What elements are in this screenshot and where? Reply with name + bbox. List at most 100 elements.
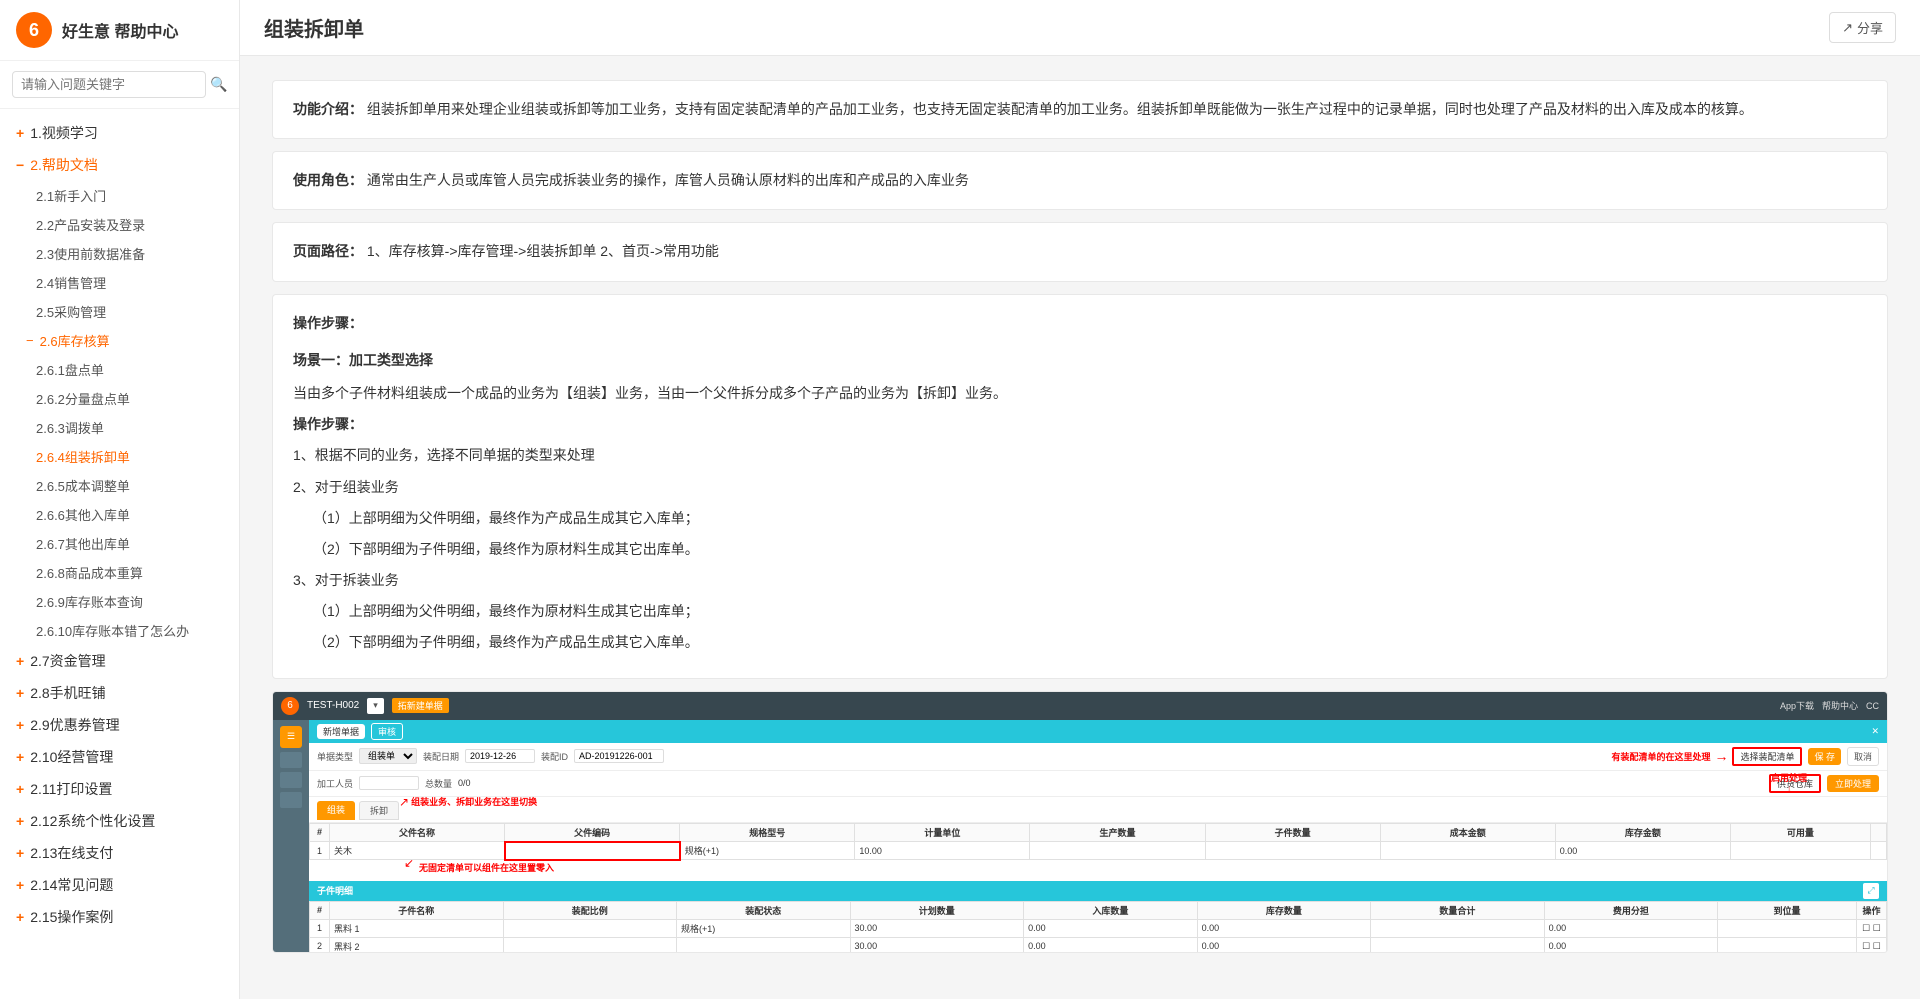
sidebar-item-sales[interactable]: 2.4销售管理 xyxy=(0,268,239,297)
sidebar-item-print[interactable]: + 2.11打印设置 xyxy=(0,773,239,805)
mock-qty-value: 0/0 xyxy=(458,778,471,788)
steps-subtitle: 操作步骤： xyxy=(293,412,1867,437)
feature-intro-body: 组装拆卸单用来处理企业组装或拆卸等加工业务，支持有固定装配清单的产品加工业务，也… xyxy=(367,101,1753,117)
sidebar-item-cases[interactable]: + 2.15操作案例 xyxy=(0,901,239,933)
op-steps-title: 操作步骤： xyxy=(293,311,1867,336)
sidebar-item-262[interactable]: 2.6.2分量盘点单 xyxy=(0,384,239,413)
op-steps-card: 操作步骤： 场景一：加工类型选择 当由多个子件材料组装成一个成品的业务为【组装】… xyxy=(272,294,1888,679)
scenario1-desc: 当由多个子件材料组装成一个成品的业务为【组装】业务，当由一个父件拆分成多个子产品… xyxy=(293,381,1867,406)
sidebar-header: 6 好生意 帮助中心 xyxy=(0,0,239,61)
step3-text: 3、对于拆装业务 xyxy=(293,568,1867,593)
sidebar-item-customize[interactable]: + 2.12系统个性化设置 xyxy=(0,805,239,837)
sidebar-item-268[interactable]: 2.6.8商品成本重算 xyxy=(0,558,239,587)
sidebar-item-264[interactable]: 2.6.4组装拆卸单 xyxy=(0,442,239,471)
sidebar-item-269[interactable]: 2.6.9库存账本查询 xyxy=(0,587,239,616)
sidebar-item-2610[interactable]: 2.6.10库存账本错了怎么办 xyxy=(0,616,239,645)
sidebar-item-beginner[interactable]: 2.1新手入门 xyxy=(0,181,239,210)
path-intro-text: 页面路径： 1、库存核算->库存管理->组装拆卸单 2、首页->常用功能 xyxy=(293,239,1867,264)
step2-2-text: （2）下部明细为子件明细，最终作为原材料生成其它出库单。 xyxy=(293,537,1867,562)
plus-icon: + xyxy=(16,125,24,141)
mock-apply-btn[interactable]: 立即处理 xyxy=(1827,775,1879,792)
sidebar-item-finance[interactable]: + 2.7资金管理 xyxy=(0,645,239,677)
sidebar-item-docs[interactable]: − 2.帮助文档 xyxy=(0,149,239,181)
sidebar-item-faq-label: 2.14常见问题 xyxy=(30,875,113,895)
content-area: 功能介绍： 组装拆卸单用来处理企业组装或拆卸等加工业务，支持有固定装配清单的产品… xyxy=(240,56,1920,999)
sidebar: 6 好生意 帮助中心 🔍 + 1.视频学习 − 2.帮助文档 2.1新手入门 2… xyxy=(0,0,240,999)
annotation1-text: 有装配清单的在这里处理 xyxy=(1611,750,1710,763)
mock-tab-new[interactable]: 新增单据 xyxy=(317,724,365,739)
annotation4-text: 无固定清单可以组件在这里置零入 xyxy=(419,861,554,874)
path-intro-label: 页面路径： xyxy=(293,243,363,259)
mock-assembly-tab[interactable]: 组装 xyxy=(317,801,355,820)
mock-tab-audit[interactable]: 审核 xyxy=(371,723,403,740)
mock-disassemble-tab[interactable]: 拆卸 xyxy=(359,801,399,820)
step2-text: 2、对于组装业务 xyxy=(293,475,1867,500)
role-intro-label: 使用角色： xyxy=(293,172,363,188)
mock-app-header-id: TEST-H002 xyxy=(307,700,359,711)
sidebar-item-purchase[interactable]: 2.5采购管理 xyxy=(0,297,239,326)
sidebar-item-payment[interactable]: + 2.13在线支付 xyxy=(0,837,239,869)
mock-doctype-select[interactable]: 组装单 拆卸单 xyxy=(359,748,417,764)
sidebar-item-mgmt[interactable]: + 2.10经营管理 xyxy=(0,741,239,773)
plus-icon-211: + xyxy=(16,781,24,797)
step3-1-text: （1）上部明细为父件明细，最终作为原材料生成其它出库单； xyxy=(293,599,1867,624)
sidebar-item-261[interactable]: 2.6.1盘点单 xyxy=(0,355,239,384)
sidebar-item-faq[interactable]: + 2.14常见问题 xyxy=(0,869,239,901)
nav-tree: + 1.视频学习 − 2.帮助文档 2.1新手入门 2.2产品安装及登录 2.3… xyxy=(0,109,239,999)
step3-2-text: （2）下部明细为子件明细，最终作为产成品生成其它入库单。 xyxy=(293,630,1867,655)
minus-icon-26: − xyxy=(26,333,34,348)
feature-intro-text: 功能介绍： 组装拆卸单用来处理企业组装或拆卸等加工业务，支持有固定装配清单的产品… xyxy=(293,97,1867,122)
mock-save-btn[interactable]: 保 存 xyxy=(1808,748,1841,765)
mock-worker-input[interactable] xyxy=(359,776,419,790)
mock-th-prod-qty: 生产数量 xyxy=(1030,823,1205,842)
plus-icon-213: + xyxy=(16,845,24,861)
sidebar-item-266[interactable]: 2.6.6其他入库单 xyxy=(0,500,239,529)
mock-parent-table: # 父件名称 父件编码 规格型号 计量单位 生产数量 子件数量 成本金额 库存金 xyxy=(309,823,1887,861)
page-title: 组装拆卸单 xyxy=(264,13,364,42)
mock-new-doc-btn[interactable]: 拓新建单据 xyxy=(392,698,449,713)
mock-docid-input[interactable] xyxy=(574,749,664,763)
mock-th-unit: 计量单位 xyxy=(855,823,1030,842)
sidebar-item-data-prep[interactable]: 2.3使用前数据准备 xyxy=(0,239,239,268)
topbar: 组装拆卸单 ↗ 分享 xyxy=(240,0,1920,56)
sidebar-item-install[interactable]: 2.2产品安装及登录 xyxy=(0,210,239,239)
sidebar-item-inventory[interactable]: − 2.6库存核算 xyxy=(0,326,239,355)
sidebar-item-payment-label: 2.13在线支付 xyxy=(30,843,113,863)
step1-text: 1、根据不同的业务，选择不同单据的类型来处理 xyxy=(293,443,1867,468)
mock-th-parent-code: 父件编码 xyxy=(505,823,680,842)
share-icon: ↗ xyxy=(1842,20,1853,36)
sidebar-item-263[interactable]: 2.6.3调拨单 xyxy=(0,413,239,442)
mock-bom-select[interactable]: 选择装配清单 xyxy=(1732,747,1802,766)
path-intro-card: 页面路径： 1、库存核算->库存管理->组装拆卸单 2、首页->常用功能 xyxy=(272,222,1888,281)
mock-date-input[interactable] xyxy=(465,749,535,763)
search-input[interactable] xyxy=(12,71,206,98)
share-label: 分享 xyxy=(1857,18,1883,37)
mock-date-label: 装配日期 xyxy=(423,750,459,763)
sidebar-item-cases-label: 2.15操作案例 xyxy=(30,907,113,927)
mock-worker-label: 加工人员 xyxy=(317,777,353,790)
feature-intro-label: 功能介绍： xyxy=(293,101,363,117)
plus-icon-27: + xyxy=(16,653,24,669)
mock-expand-icon[interactable]: ⤢ xyxy=(1863,883,1879,899)
sidebar-item-265[interactable]: 2.6.5成本调整单 xyxy=(0,471,239,500)
sidebar-item-video-label: 1.视频学习 xyxy=(30,123,98,143)
app-logo: 6 xyxy=(16,12,52,48)
sidebar-item-finance-label: 2.7资金管理 xyxy=(30,651,105,671)
minus-icon: − xyxy=(16,157,24,173)
sidebar-item-mobile[interactable]: + 2.8手机旺铺 xyxy=(0,677,239,709)
main-content: 组装拆卸单 ↗ 分享 功能介绍： 组装拆卸单用来处理企业组装或拆卸等加工业务，支… xyxy=(240,0,1920,999)
screenshot-image: 6 TEST-H002 ▾ 拓新建单据 App下载 帮助中心 CC ☰ xyxy=(273,692,1887,952)
sidebar-item-coupon[interactable]: + 2.9优惠券管理 xyxy=(0,709,239,741)
share-button[interactable]: ↗ 分享 xyxy=(1829,12,1896,43)
feature-intro-card: 功能介绍： 组装拆卸单用来处理企业组装或拆卸等加工业务，支持有固定装配清单的产品… xyxy=(272,80,1888,139)
scenario1-title: 场景一：加工类型选择 xyxy=(293,348,1867,373)
search-box: 🔍 xyxy=(0,61,239,109)
screenshot-container: 6 TEST-H002 ▾ 拓新建单据 App下载 帮助中心 CC ☰ xyxy=(272,691,1888,953)
mock-cancel-btn[interactable]: 取消 xyxy=(1847,747,1879,766)
sidebar-item-267[interactable]: 2.6.7其他出库单 xyxy=(0,529,239,558)
app-name: 好生意 帮助中心 xyxy=(62,18,178,42)
mock-sub-table: # 子件名称 装配比例 装配状态 计划数量 入库数量 库存数量 数量合计 费用分 xyxy=(309,901,1887,952)
search-button[interactable]: 🔍 xyxy=(210,76,227,93)
sidebar-item-inventory-label: 2.6库存核算 xyxy=(40,331,110,350)
sidebar-item-video[interactable]: + 1.视频学习 xyxy=(0,117,239,149)
